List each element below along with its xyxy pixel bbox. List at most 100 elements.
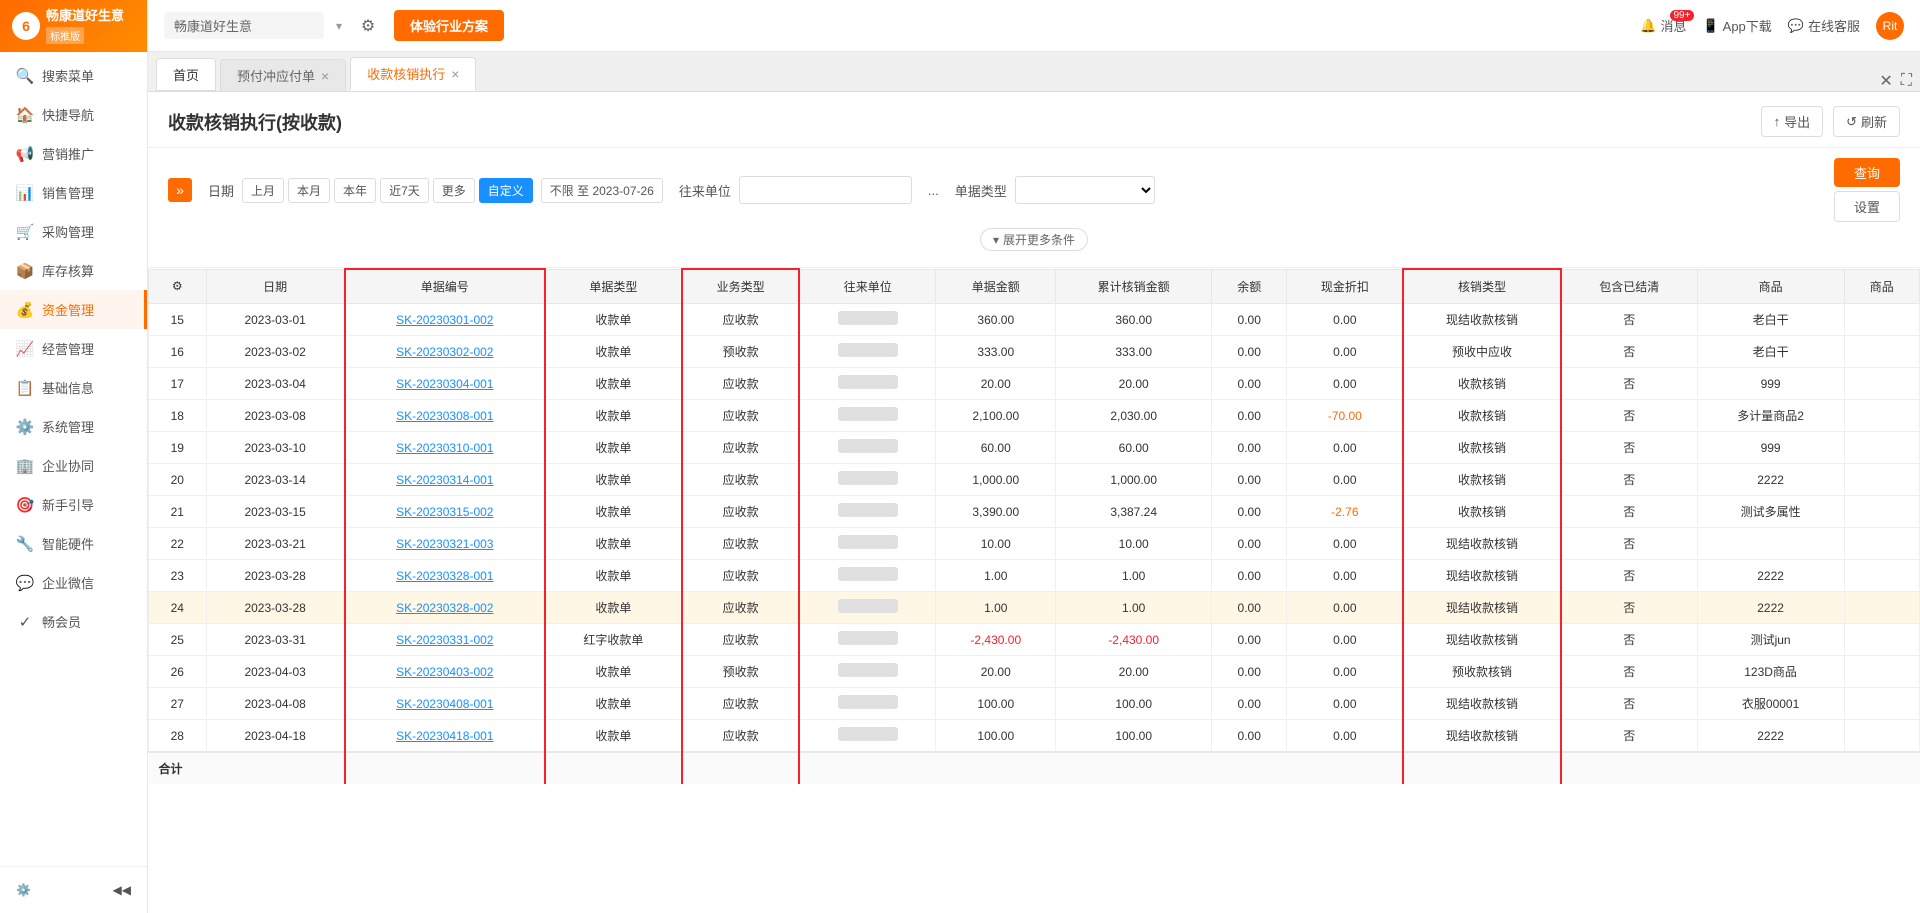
filter-date-this-month[interactable]: 本月	[288, 178, 330, 203]
sidebar-item-label: 搜索菜单	[42, 66, 94, 85]
sidebar-item-hardware[interactable]: 🔧 智能硬件	[0, 524, 147, 563]
col-header-goods2[interactable]: 商品	[1844, 269, 1920, 304]
tab-payable[interactable]: 预付冲应付单 ×	[220, 59, 346, 91]
table-cell[interactable]: SK-20230315-002	[345, 496, 545, 528]
table-cell[interactable]: SK-20230301-002	[345, 304, 545, 336]
table-cell[interactable]: SK-20230304-001	[345, 368, 545, 400]
table-row[interactable]: 282023-04-18SK-20230418-001收款单应收款100.001…	[149, 720, 1920, 753]
filter-date-7days[interactable]: 近7天	[380, 178, 429, 203]
col-header-date[interactable]: 日期	[206, 269, 345, 304]
table-cell[interactable]: SK-20230314-001	[345, 464, 545, 496]
table-row[interactable]: 202023-03-14SK-20230314-001收款单应收款1,000.0…	[149, 464, 1920, 496]
table-cell: 预收款	[682, 656, 799, 688]
table-cell: 360.00	[936, 304, 1056, 336]
col-header-writeoff-type[interactable]: 核销类型	[1403, 269, 1560, 304]
sidebar-bottom-bar[interactable]: ⚙️ ◀◀	[0, 875, 147, 905]
col-header-include-settled[interactable]: 包含已结清	[1561, 269, 1697, 304]
table-cell[interactable]: SK-20230328-002	[345, 592, 545, 624]
table-cell	[799, 688, 935, 720]
tab-home[interactable]: 首页	[156, 58, 216, 91]
topbar-dropdown-icon[interactable]: ▾	[336, 19, 342, 33]
table-cell: 0.00	[1212, 496, 1287, 528]
table-cell: 123D商品	[1697, 656, 1844, 688]
filter-partner-input[interactable]	[739, 176, 912, 204]
table-row[interactable]: 222023-03-21SK-20230321-003收款单应收款10.0010…	[149, 528, 1920, 560]
sidebar-item-wechat[interactable]: 💬 企业微信	[0, 563, 147, 602]
sidebar-item-enterprise[interactable]: 🏢 企业协同	[0, 446, 147, 485]
topbar-gear-button[interactable]: ⚙	[354, 12, 382, 40]
col-header-cash-discount[interactable]: 现金折扣	[1287, 269, 1403, 304]
filter-bill-type-select[interactable]	[1015, 176, 1155, 204]
col-header-goods[interactable]: 商品	[1697, 269, 1844, 304]
app-download-button[interactable]: 📱 App下载	[1702, 16, 1771, 35]
query-button[interactable]: 查询	[1834, 158, 1900, 187]
table-cell[interactable]: SK-20230403-002	[345, 656, 545, 688]
service-icon: 💬	[1788, 18, 1804, 34]
col-header-partner[interactable]: 往来单位	[799, 269, 935, 304]
expand-more-button[interactable]: ▾ 展开更多条件	[980, 228, 1088, 251]
settings-icon[interactable]: ⚙️	[16, 883, 31, 897]
sidebar-item-inventory[interactable]: 📦 库存核算	[0, 251, 147, 290]
col-header-settings[interactable]: ⚙	[149, 269, 207, 304]
table-cell[interactable]: SK-20230321-003	[345, 528, 545, 560]
col-header-amount[interactable]: 单据金额	[936, 269, 1056, 304]
table-cell[interactable]: SK-20230302-002	[345, 336, 545, 368]
table-row[interactable]: 242023-03-28SK-20230328-002收款单应收款1.001.0…	[149, 592, 1920, 624]
col-header-bill-type[interactable]: 单据类型	[545, 269, 682, 304]
table-cell[interactable]: SK-20230408-001	[345, 688, 545, 720]
setting-button[interactable]: 设置	[1834, 191, 1900, 222]
table-cell[interactable]: SK-20230331-002	[345, 624, 545, 656]
service-button[interactable]: 💬 在线客服	[1788, 16, 1860, 35]
table-row[interactable]: 182023-03-08SK-20230308-001收款单应收款2,100.0…	[149, 400, 1920, 432]
sidebar-item-basic[interactable]: 📋 基础信息	[0, 368, 147, 407]
table-row[interactable]: 272023-04-08SK-20230408-001收款单应收款100.001…	[149, 688, 1920, 720]
table-row[interactable]: 232023-03-28SK-20230328-001收款单应收款1.001.0…	[149, 560, 1920, 592]
sidebar-item-search[interactable]: 🔍 搜索菜单	[0, 56, 147, 95]
table-cell[interactable]: SK-20230310-001	[345, 432, 545, 464]
sidebar-item-operation[interactable]: 📈 经营管理	[0, 329, 147, 368]
table-cell[interactable]: SK-20230328-001	[345, 560, 545, 592]
sidebar-item-member[interactable]: ✓ 畅会员	[0, 602, 147, 641]
sidebar-item-purchase[interactable]: 🛒 采购管理	[0, 212, 147, 251]
sidebar-item-system[interactable]: ⚙️ 系统管理	[0, 407, 147, 446]
table-row[interactable]: 172023-03-04SK-20230304-001收款单应收款20.0020…	[149, 368, 1920, 400]
col-header-balance[interactable]: 余额	[1212, 269, 1287, 304]
sidebar-item-sales[interactable]: 📊 销售管理	[0, 173, 147, 212]
export-button[interactable]: ↑ 导出	[1761, 106, 1824, 137]
filter-date-this-year[interactable]: 本年	[334, 178, 376, 203]
table-row[interactable]: 262023-04-03SK-20230403-002收款单预收款20.0020…	[149, 656, 1920, 688]
solution-button[interactable]: 体验行业方案	[394, 10, 504, 41]
hardware-icon: 🔧	[16, 535, 34, 553]
sidebar-item-finance[interactable]: 💰 资金管理	[0, 290, 147, 329]
filter-date-more[interactable]: 更多	[433, 178, 475, 203]
table-row[interactable]: 252023-03-31SK-20230331-002红字收款单应收款-2,43…	[149, 624, 1920, 656]
sidebar-item-quick-nav[interactable]: 🏠 快捷导航	[0, 95, 147, 134]
tab-payable-close[interactable]: ×	[321, 68, 329, 84]
tab-writeoff-close[interactable]: ×	[451, 66, 459, 82]
col-header-biz-type[interactable]: 业务类型	[682, 269, 799, 304]
table-cell[interactable]: SK-20230418-001	[345, 720, 545, 753]
table-cell: 0.00	[1212, 336, 1287, 368]
tab-writeoff[interactable]: 收款核销执行 ×	[350, 57, 476, 91]
sidebar-item-guide[interactable]: 🎯 新手引导	[0, 485, 147, 524]
table-row[interactable]: 192023-03-10SK-20230310-001收款单应收款60.0060…	[149, 432, 1920, 464]
table-row[interactable]: 162023-03-02SK-20230302-002收款单预收款333.003…	[149, 336, 1920, 368]
col-header-bill-no[interactable]: 单据编号	[345, 269, 545, 304]
footer-label: 合计	[149, 752, 345, 784]
user-avatar[interactable]: Rit	[1876, 12, 1904, 40]
filter-date-last-month[interactable]: 上月	[242, 178, 284, 203]
filter-date-custom[interactable]: 自定义	[479, 178, 533, 203]
filter-expand-button[interactable]: »	[168, 178, 192, 202]
collapse-icon[interactable]: ◀◀	[113, 883, 131, 897]
table-row[interactable]: 212023-03-15SK-20230315-002收款单应收款3,390.0…	[149, 496, 1920, 528]
table-cell: 10.00	[936, 528, 1056, 560]
tab-fullscreen-icon[interactable]: ⛶	[1901, 72, 1912, 90]
notice-button[interactable]: 🔔 消息 99+	[1640, 16, 1686, 35]
sidebar-item-marketing[interactable]: 📢 营销推广	[0, 134, 147, 173]
col-header-writeoff-amount[interactable]: 累计核销金额	[1056, 269, 1212, 304]
table-cell	[799, 592, 935, 624]
refresh-button[interactable]: ↺ 刷新	[1833, 106, 1900, 137]
table-cell[interactable]: SK-20230308-001	[345, 400, 545, 432]
table-row[interactable]: 152023-03-01SK-20230301-002收款单应收款360.003…	[149, 304, 1920, 336]
tab-close-all-icon[interactable]: ✕	[1879, 71, 1892, 91]
